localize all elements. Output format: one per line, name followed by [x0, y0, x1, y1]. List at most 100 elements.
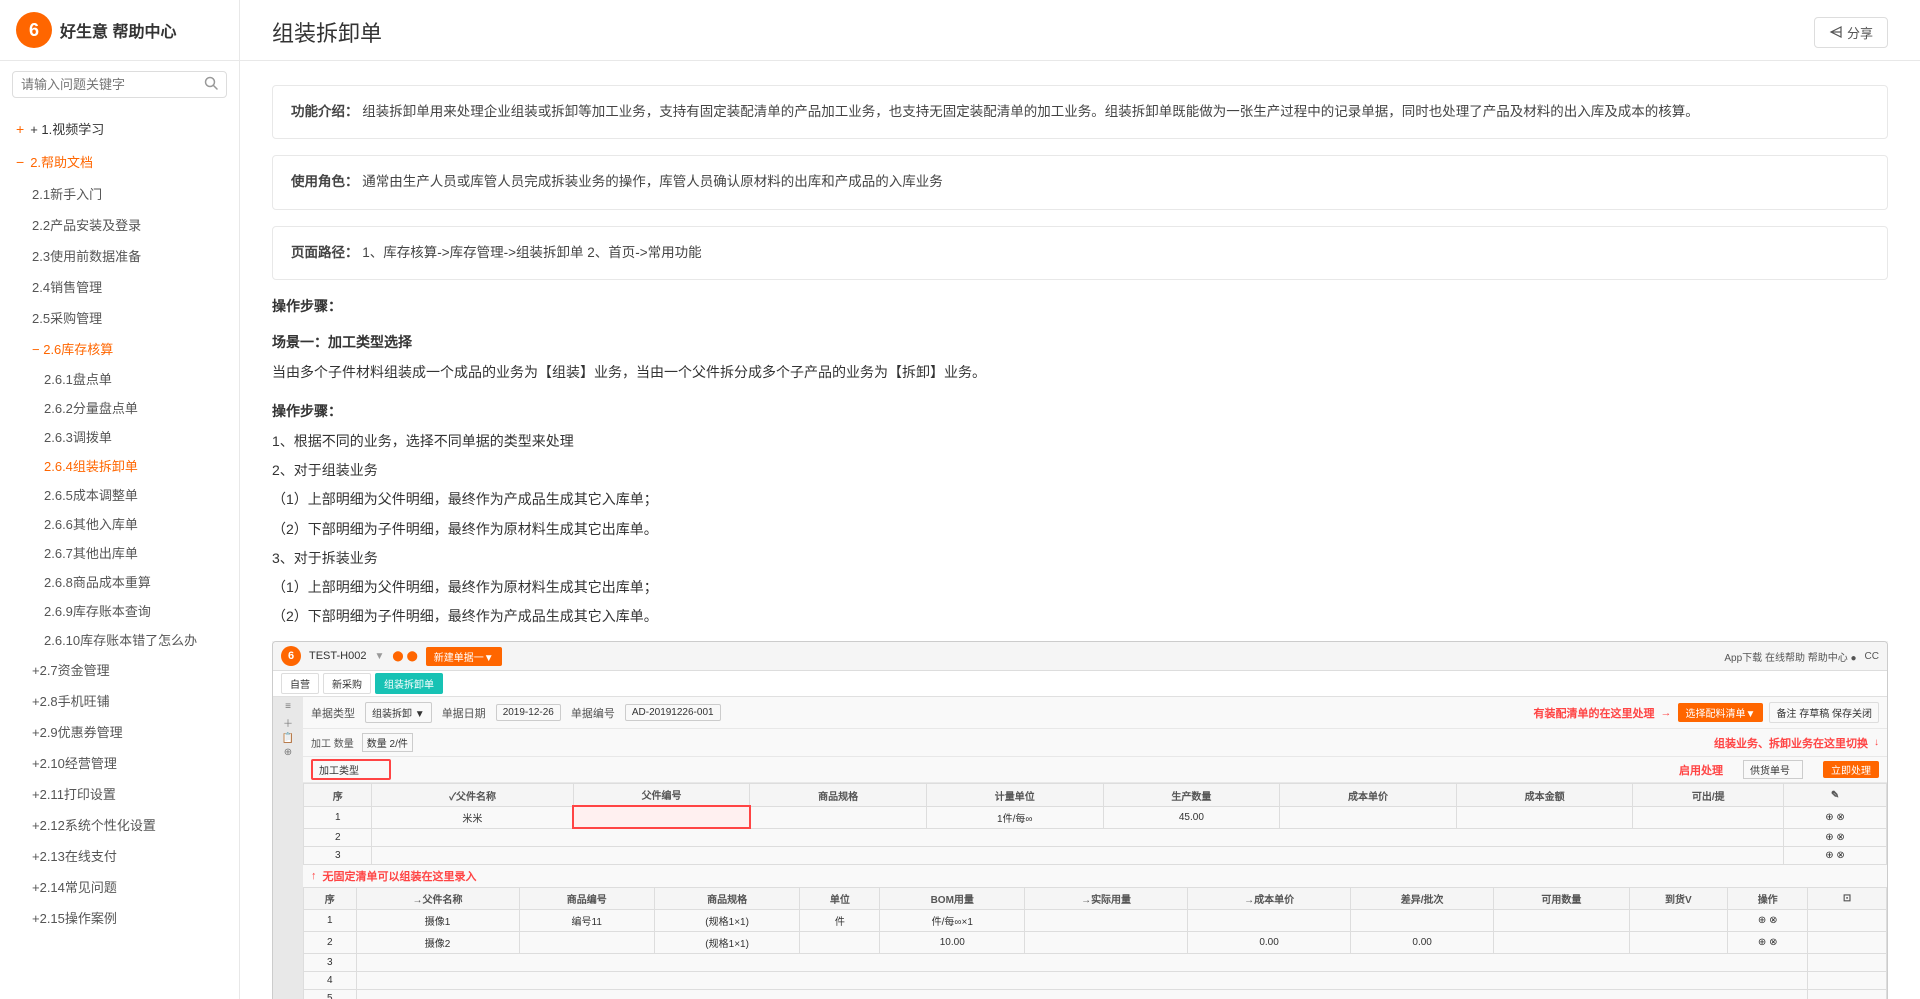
- sidebar-item-inv268[interactable]: 2.6.8商品成本重算: [0, 567, 239, 596]
- sub-th-bom: BOM用量: [880, 887, 1025, 909]
- sidebar-item-inv266[interactable]: 2.6.6其他入库单: [0, 509, 239, 538]
- sim-annotation3: 启用处理: [1679, 762, 1723, 778]
- sim-save-btn[interactable]: 备注 存草稿 保存关闭: [1769, 702, 1879, 723]
- sidebar-item-cases[interactable]: +2.15操作案例: [0, 902, 239, 933]
- sidebar-item-online[interactable]: +2.13在线支付: [0, 840, 239, 871]
- screenshot-container: 6 TEST-H002 ▼ ⬤ ⬤ 新建单据一▼ App下载 在线帮助 帮助中心…: [272, 641, 1888, 999]
- sidebar-item-mobile[interactable]: +2.8手机旺铺: [0, 685, 239, 716]
- sim-apply-btn[interactable]: 立即处理: [1823, 761, 1879, 778]
- page-title: 组装拆卸单: [272, 16, 382, 48]
- sim-num-label: 单据编号: [571, 705, 615, 721]
- sidebar-item-sysconfig[interactable]: +2.12系统个性化设置: [0, 809, 239, 840]
- th-qty: 生产数量: [1103, 784, 1280, 807]
- th-unit: 计量单位: [926, 784, 1103, 807]
- page-path-box: 页面路径： 1、库存核算->库存管理->组装拆卸单 2、首页->常用功能: [272, 226, 1888, 280]
- minus-icon-inv: −: [32, 342, 40, 357]
- step-3-2: （2）下部明细为子件明细，最终作为产成品生成其它入库单。: [272, 604, 1888, 629]
- share-icon: [1829, 25, 1843, 39]
- sidebar-item-purchase[interactable]: 2.5采购管理: [0, 302, 239, 333]
- use-role-text: 通常由生产人员或库管人员完成拆装业务的操作，库管人员确认原材料的出库和产成品的入…: [362, 174, 943, 189]
- sim-annotation4-row: ↑ 无固定清单可以组装在这里录入: [303, 865, 1887, 887]
- sidebar-item-inv261[interactable]: 2.6.1盘点单: [0, 364, 239, 393]
- search-input[interactable]: [21, 77, 204, 92]
- sidebar-item-install[interactable]: 2.2产品安装及登录: [0, 209, 239, 240]
- sim-tab-purchase[interactable]: 新采购: [323, 673, 371, 694]
- sim-date-label: 单据日期: [442, 705, 486, 721]
- content-body: 功能介绍： 组装拆卸单用来处理企业组装或拆卸等加工业务，支持有固定装配清单的产品…: [240, 61, 1920, 999]
- page-path-label: 页面路径：: [291, 245, 359, 260]
- sidebar-item-sales[interactable]: 2.4销售管理: [0, 271, 239, 302]
- sidebar-item-print[interactable]: +2.11打印设置: [0, 778, 239, 809]
- sidebar-item-inv265[interactable]: 2.6.5成本调整单: [0, 480, 239, 509]
- sim-sub-table-container: 序 →父件名称 商品编号 商品规格 单位 BOM用量 →实际用量 →成本单价 差: [303, 887, 1887, 999]
- sub-th-seq: 序: [304, 887, 357, 909]
- sim-enable-input[interactable]: 供货单号: [1743, 760, 1803, 779]
- nav-tree: + + 1.视频学习 − 2.帮助文档 2.1新手入门 2.2产品安装及登录 2…: [0, 108, 239, 999]
- sidebar-item-data[interactable]: 2.3使用前数据准备: [0, 240, 239, 271]
- sim-date-input[interactable]: 2019-12-26: [496, 704, 561, 721]
- sub-table-row-1: 1 摄像1 编号11 (规格1×1) 件 件/每∞×1: [304, 909, 1887, 931]
- sidebar-item-inventory[interactable]: − 2.6库存核算: [0, 333, 239, 364]
- sim-apps: App下载 在线帮助 帮助中心 ●: [1724, 649, 1856, 664]
- sim-tab-left[interactable]: 自营: [281, 673, 319, 694]
- step-2: 2、对于组装业务: [272, 458, 1888, 483]
- sim-tab-assembly[interactable]: 组装拆卸单: [375, 673, 443, 694]
- sub-th-diff: 差异/批次: [1351, 887, 1494, 909]
- main-table-row-1: 1 米米 1件/每∞ 45.00: [304, 806, 1887, 828]
- th-available: 可出/提: [1633, 784, 1784, 807]
- th-cost-amt: 成本金额: [1456, 784, 1633, 807]
- sim-annotation2: 组装业务、拆卸业务在这里切换: [1714, 735, 1868, 751]
- sidebar-item-inv262[interactable]: 2.6.2分量盘点单: [0, 393, 239, 422]
- th-parent-name: ✓父件名称: [372, 784, 573, 807]
- sub-th-expand: ⊡: [1808, 887, 1887, 909]
- sim-type-highlight[interactable]: 加工类型: [311, 759, 391, 780]
- sub-th-num: 商品编号: [519, 887, 654, 909]
- main-content: 组装拆卸单 分享 功能介绍： 组装拆卸单用来处理企业组装或拆卸等加工业务，支持有…: [240, 0, 1920, 999]
- sidebar-item-newcomer[interactable]: 2.1新手入门: [0, 178, 239, 209]
- sim-company: TEST-H002: [309, 650, 366, 662]
- sidebar-item-videos[interactable]: + + 1.视频学习: [0, 112, 239, 145]
- sub-table-row-5: 5: [304, 989, 1887, 999]
- sub-th-avail: 可用数量: [1494, 887, 1629, 909]
- sidebar-item-faq[interactable]: +2.14常见问题: [0, 871, 239, 902]
- th-cost-price: 成本单价: [1280, 784, 1457, 807]
- sim-logo: 6: [281, 646, 301, 666]
- share-button[interactable]: 分享: [1814, 17, 1888, 48]
- sidebar: 6 好生意 帮助中心 + + 1.视频学习 − 2.帮助文档 2.1新手入门 2…: [0, 0, 240, 999]
- sidebar-item-inv2610[interactable]: 2.6.10库存账本错了怎么办: [0, 625, 239, 654]
- sim-num-input[interactable]: AD-20191226-001: [625, 704, 721, 721]
- sidebar-item-docs[interactable]: − 2.帮助文档: [0, 145, 239, 178]
- plus-icon: +: [16, 121, 24, 137]
- main-table-row-2: 2 ⊕ ⊗: [304, 828, 1887, 846]
- scenario1-label: 场景一：加工类型选择: [272, 332, 1888, 352]
- feature-intro-box: 功能介绍： 组装拆卸单用来处理企业组装或拆卸等加工业务，支持有固定装配清单的产品…: [272, 85, 1888, 139]
- search-button[interactable]: [204, 76, 218, 93]
- search-box[interactable]: [12, 71, 227, 98]
- sim-process-btn[interactable]: 选择配料清单▼: [1678, 703, 1764, 722]
- scenario1-desc: 当由多个子件材料组装成一个成品的业务为【组装】业务，当由一个父件拆分成多个子产品…: [272, 360, 1888, 385]
- sidebar-item-inv263[interactable]: 2.6.3调拨单: [0, 422, 239, 451]
- sim-new-btn[interactable]: 新建单据一▼: [426, 647, 502, 666]
- step-3-1: （1）上部明细为父件明细，最终作为原材料生成其它出库单；: [272, 575, 1888, 600]
- step-2-2: （2）下部明细为子件明细，最终作为原材料生成其它出库单。: [272, 517, 1888, 542]
- sidebar-item-finance[interactable]: +2.7资金管理: [0, 654, 239, 685]
- sim-type-label: 单据类型: [311, 705, 355, 721]
- sidebar-item-coupon[interactable]: +2.9优惠券管理: [0, 716, 239, 747]
- sidebar-item-inv264[interactable]: 2.6.4组装拆卸单: [0, 451, 239, 480]
- th-seq: 序: [304, 784, 372, 807]
- sub-th-cost: →成本单价: [1188, 887, 1351, 909]
- sim-arrow2: ↓: [1874, 737, 1879, 748]
- main-table-row-3: 3 ⊕ ⊗: [304, 846, 1887, 864]
- sidebar-item-inv269[interactable]: 2.6.9库存账本查询: [0, 596, 239, 625]
- main-header: 组装拆卸单 分享: [240, 0, 1920, 61]
- sim-type-input[interactable]: 组装拆卸 ▼: [365, 702, 432, 723]
- sim-main-table: 序 ✓父件名称 父件编号 商品规格 计量单位 生产数量 成本单价 成本金额 可出: [303, 783, 1887, 865]
- sim-arrow4: ↑: [311, 870, 317, 882]
- sub-table-row-4: 4: [304, 971, 1887, 989]
- sub-th-actual: →实际用量: [1025, 887, 1188, 909]
- sim-qty-label: 加工 数量: [311, 735, 354, 750]
- sidebar-item-inv267[interactable]: 2.6.7其他出库单: [0, 538, 239, 567]
- sidebar-item-ops[interactable]: +2.10经营管理: [0, 747, 239, 778]
- sim-arrow1: →: [1661, 707, 1672, 719]
- sim-qty-input[interactable]: 数量 2/件: [362, 733, 413, 752]
